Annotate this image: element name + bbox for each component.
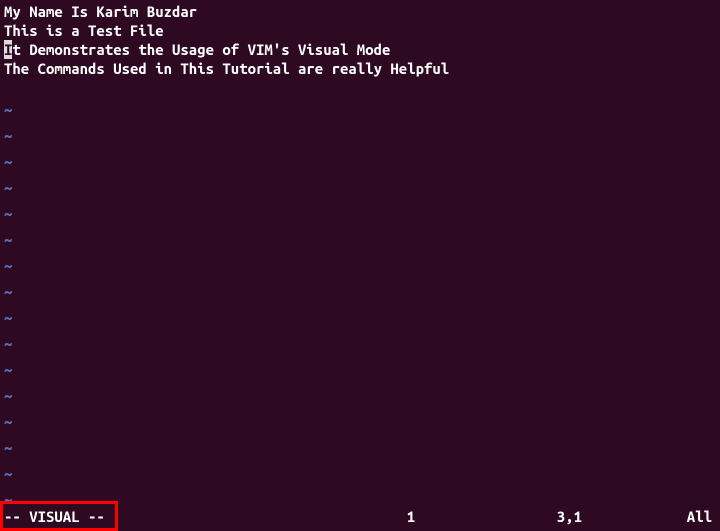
tilde-marker: ~ <box>4 231 12 248</box>
buffer-line: It Demonstrates the Usage of VIM's Visua… <box>4 40 716 59</box>
tilde-marker: ~ <box>4 439 12 456</box>
tilde-marker: ~ <box>4 465 12 482</box>
tilde-marker: ~ <box>4 101 12 118</box>
tilde-marker: ~ <box>4 361 12 378</box>
tilde-marker: ~ <box>4 335 12 352</box>
buffer-line: The Commands Used in This Tutorial are r… <box>4 59 716 78</box>
mode-indicator: -- VISUAL -- <box>4 507 105 526</box>
tilde-marker: ~ <box>4 257 12 274</box>
tilde-marker: ~ <box>4 283 12 300</box>
tilde-marker: ~ <box>4 309 12 326</box>
cursor-position: 3,1 <box>557 507 687 526</box>
buffer-line: My Name Is Karim Buzdar <box>4 2 716 21</box>
status-bar: -- VISUAL -- 1 3,1 All <box>0 507 720 526</box>
status-count: 1 <box>407 507 557 526</box>
tilde-marker: ~ <box>4 153 12 170</box>
scroll-indicator: All <box>687 507 716 526</box>
tilde-marker: ~ <box>4 491 12 508</box>
blank-line <box>4 78 716 97</box>
editor-area[interactable]: My Name Is Karim Buzdar This is a Test F… <box>0 0 720 515</box>
tilde-marker: ~ <box>4 179 12 196</box>
tilde-marker: ~ <box>4 127 12 144</box>
tilde-marker: ~ <box>4 413 12 430</box>
status-spacer <box>105 507 407 526</box>
tilde-marker: ~ <box>4 387 12 404</box>
buffer-line-text: t Demonstrates the Usage of VIM's Visual… <box>12 41 390 58</box>
tilde-marker: ~ <box>4 205 12 222</box>
buffer-line: This is a Test File <box>4 21 716 40</box>
